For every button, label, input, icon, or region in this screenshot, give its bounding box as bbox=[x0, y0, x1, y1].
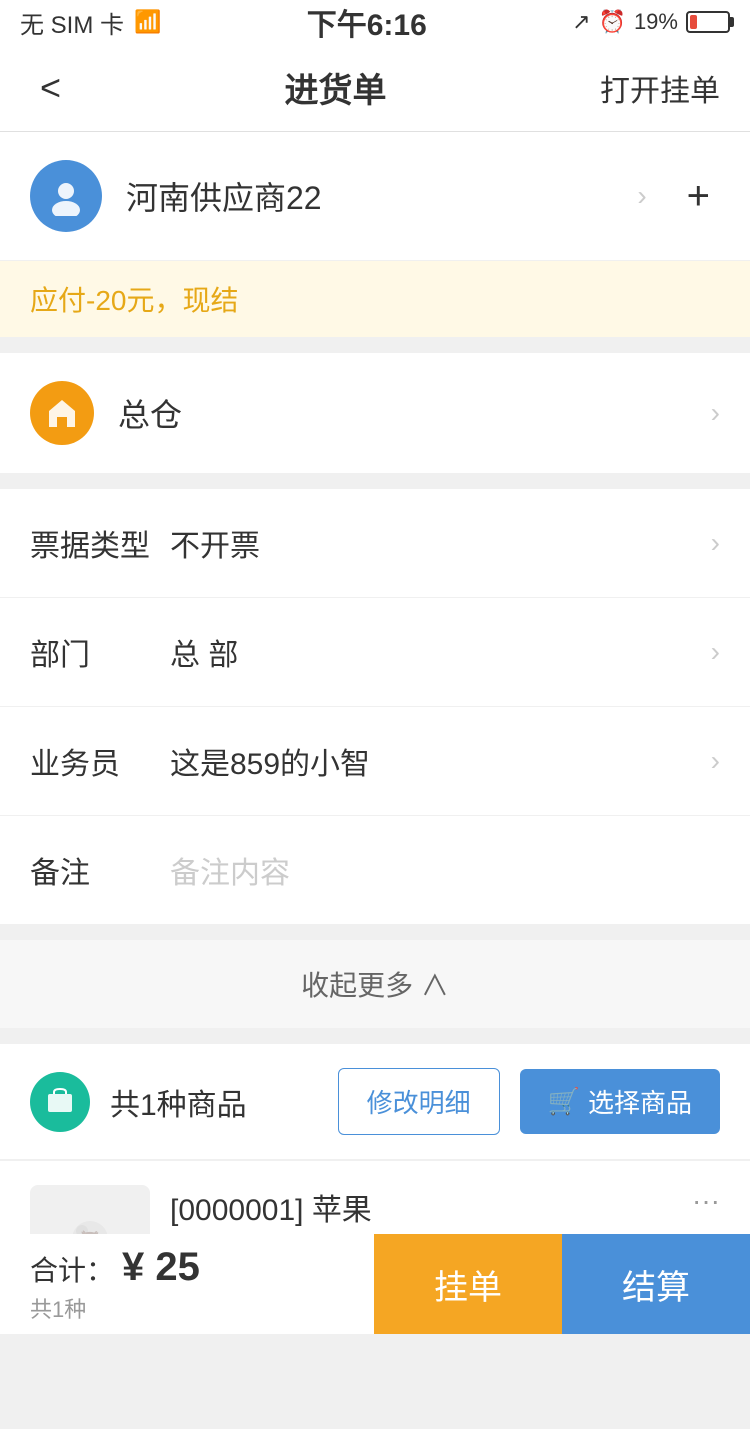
department-row[interactable]: 部门 总 部 › bbox=[0, 598, 750, 707]
total-section: 合计： ¥ 25 共1种 bbox=[0, 1245, 374, 1324]
edit-detail-button[interactable]: 修改明细 bbox=[338, 1068, 500, 1135]
total-amount: ¥ 25 bbox=[122, 1245, 200, 1290]
product-code: [0000001] bbox=[170, 1194, 303, 1227]
supplier-avatar bbox=[30, 160, 102, 232]
salesperson-row[interactable]: 业务员 这是859的小智 › bbox=[0, 707, 750, 816]
alert-banner: 应付-20元，现结 bbox=[0, 261, 750, 337]
cart-icon bbox=[44, 1086, 76, 1118]
battery-percent: 19% bbox=[634, 9, 678, 35]
form-section: 票据类型 不开票 › 部门 总 部 › 业务员 这是859的小智 › 备注 备注… bbox=[0, 489, 750, 924]
total-label: 合计： ¥ 25 bbox=[30, 1245, 344, 1290]
department-label: 部门 bbox=[30, 630, 170, 674]
status-right: ↗ ⏰ 19% bbox=[572, 9, 730, 35]
product-name: [0000001] 苹果 bbox=[170, 1185, 672, 1229]
remark-row[interactable]: 备注 备注内容 bbox=[0, 816, 750, 924]
invoice-chevron-icon: › bbox=[711, 527, 720, 559]
alarm-icon: ⏰ bbox=[599, 9, 626, 35]
battery-icon bbox=[686, 11, 730, 33]
checkout-button[interactable]: 结算 bbox=[562, 1234, 750, 1334]
page-title: 进货单 bbox=[285, 63, 387, 112]
invoice-type-row[interactable]: 票据类型 不开票 › bbox=[0, 489, 750, 598]
invoice-type-value: 不开票 bbox=[170, 521, 711, 565]
warehouse-section[interactable]: 总仓 › bbox=[0, 353, 750, 473]
open-hang-button[interactable]: 打开挂单 bbox=[600, 66, 720, 110]
supplier-chevron-icon: › bbox=[637, 180, 646, 212]
warehouse-row[interactable]: 总仓 › bbox=[0, 353, 750, 473]
status-time: 下午6:16 bbox=[307, 0, 427, 44]
back-button[interactable]: < bbox=[30, 57, 71, 119]
product-count: 共1种商品 bbox=[110, 1080, 318, 1124]
total-sub: 共1种 bbox=[30, 1292, 344, 1324]
select-product-label: 选择商品 bbox=[588, 1083, 692, 1120]
status-left: 无 SIM 卡 📶 bbox=[20, 5, 161, 40]
warehouse-name: 总仓 bbox=[118, 390, 711, 436]
supplier-row[interactable]: 河南供应商22 › + bbox=[0, 132, 750, 261]
department-value: 总 部 bbox=[170, 630, 711, 674]
location-icon: ↗ bbox=[572, 9, 590, 35]
product-icon bbox=[30, 1072, 90, 1132]
add-supplier-button[interactable]: + bbox=[677, 174, 720, 219]
remark-label: 备注 bbox=[30, 848, 170, 892]
nav-bar: < 进货单 打开挂单 bbox=[0, 44, 750, 132]
bottom-bar: 合计： ¥ 25 共1种 挂单 结算 bbox=[0, 1234, 750, 1334]
salesperson-chevron-icon: › bbox=[711, 745, 720, 777]
remark-input[interactable]: 备注内容 bbox=[170, 848, 720, 892]
house-icon bbox=[44, 395, 80, 431]
status-bar: 无 SIM 卡 📶 下午6:16 ↗ ⏰ 19% bbox=[0, 0, 750, 44]
person-icon bbox=[46, 176, 86, 216]
select-product-button[interactable]: 🛒 选择商品 bbox=[520, 1069, 720, 1134]
more-options-button[interactable]: ··· bbox=[692, 1185, 720, 1217]
collapse-button[interactable]: 收起更多 ∧ bbox=[0, 940, 750, 1028]
salesperson-value: 这是859的小智 bbox=[170, 739, 711, 783]
warehouse-chevron-icon: › bbox=[711, 397, 720, 429]
product-header: 共1种商品 修改明细 🛒 选择商品 bbox=[0, 1044, 750, 1159]
carrier-text: 无 SIM 卡 bbox=[20, 5, 124, 40]
total-text: 合计： bbox=[30, 1249, 114, 1289]
warehouse-icon bbox=[30, 381, 94, 445]
invoice-type-label: 票据类型 bbox=[30, 521, 170, 565]
product-title: 苹果 bbox=[312, 1194, 372, 1227]
wifi-icon: 📶 bbox=[134, 9, 161, 35]
supplier-section: 河南供应商22 › + 应付-20元，现结 bbox=[0, 132, 750, 337]
select-product-icon: 🛒 bbox=[548, 1086, 580, 1117]
salesperson-label: 业务员 bbox=[30, 739, 170, 783]
supplier-name: 河南供应商22 bbox=[126, 173, 637, 219]
department-chevron-icon: › bbox=[711, 636, 720, 668]
hang-button[interactable]: 挂单 bbox=[374, 1234, 562, 1334]
